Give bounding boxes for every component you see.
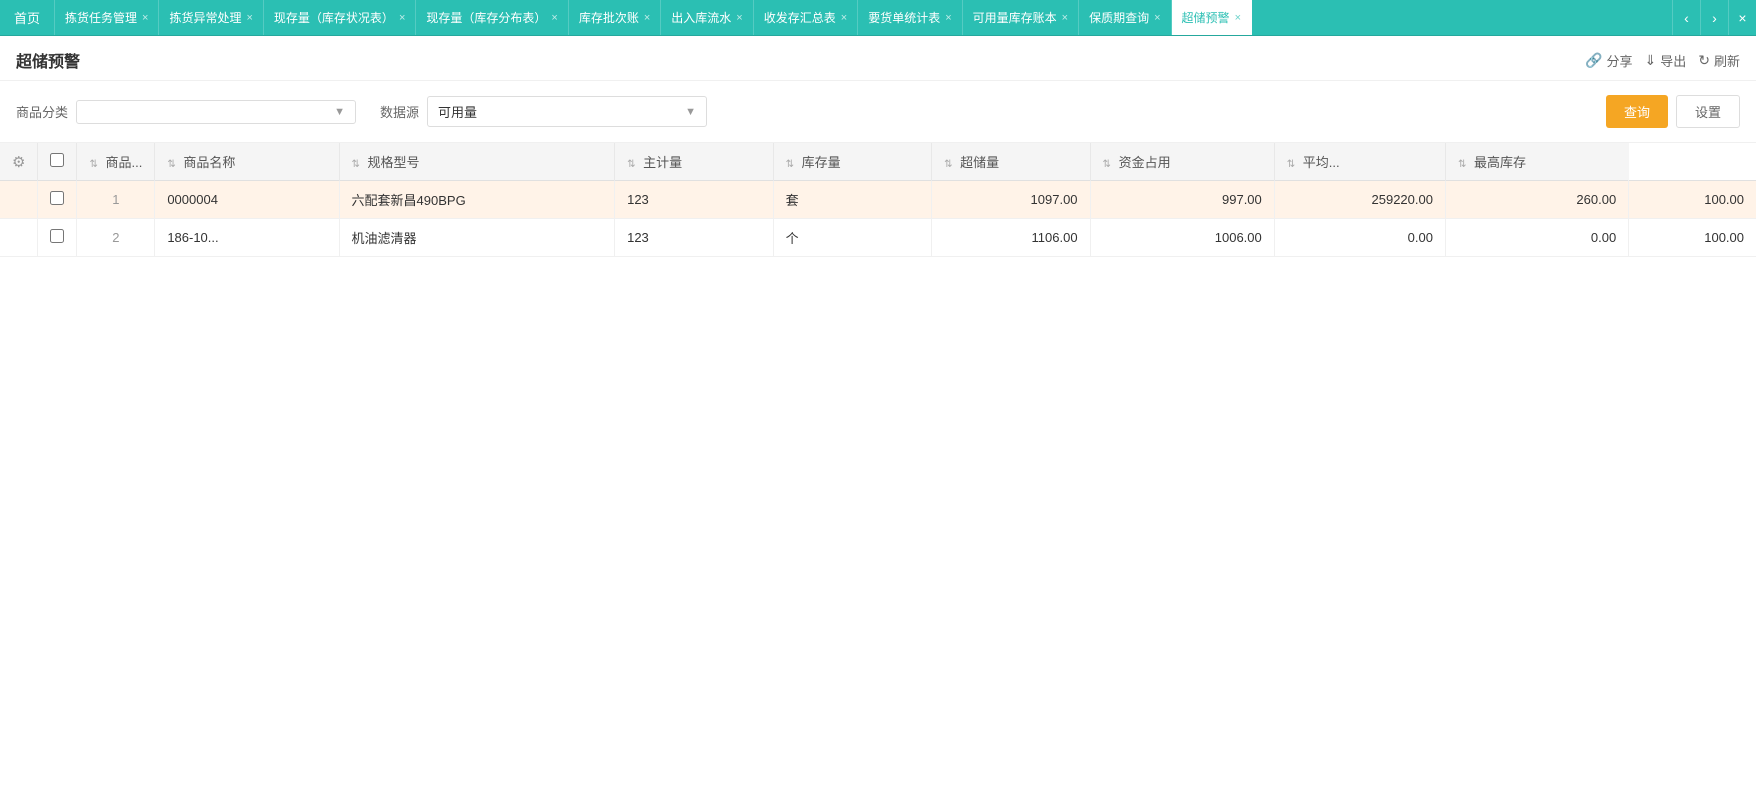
spec-header[interactable]: 规格型号 — [339, 143, 615, 181]
row-overstock-0: 997.00 — [1090, 181, 1274, 219]
row-stock-0: 1097.00 — [932, 181, 1090, 219]
category-chevron-icon: ▼ — [334, 106, 345, 118]
top-navigation: 首页 拣货任务管理 × 拣货异常处理 × 现存量（库存状况表） × 现存量（库存… — [0, 0, 1756, 36]
close-available-account-tab[interactable]: × — [1062, 12, 1068, 24]
overstock-table: ⚙ 商品... 商品名称 规格型号 主计量 — [0, 143, 1756, 257]
close-inventory-status-tab[interactable]: × — [399, 12, 405, 24]
nav-tab-available-account[interactable]: 可用量库存账本 × — [963, 0, 1079, 36]
row-capital-0: 259220.00 — [1274, 181, 1445, 219]
row-max-stock-1: 100.00 — [1629, 219, 1756, 257]
page-header: 超储预警 🔗 分享 ⇓ 导出 ↻ 刷新 — [0, 36, 1756, 81]
stock-header[interactable]: 库存量 — [773, 143, 931, 181]
row-number-1: 2 — [77, 219, 155, 257]
row-stock-1: 1106.00 — [932, 219, 1090, 257]
close-inventory-dist-tab[interactable]: × — [551, 12, 557, 24]
nav-tab-order-stats[interactable]: 要货单统计表 × — [858, 0, 962, 36]
close-quality-query-tab[interactable]: × — [1154, 12, 1160, 24]
product-name-header[interactable]: 商品名称 — [155, 143, 339, 181]
close-pick-exception-tab[interactable]: × — [246, 12, 252, 24]
nav-arrows: ‹ › × — [1672, 0, 1756, 36]
row-unit-1: 个 — [773, 219, 931, 257]
row-product-code-0: 0000004 — [155, 181, 339, 219]
nav-next-button[interactable]: › — [1700, 0, 1728, 36]
nav-tab-inventory-dist[interactable]: 现存量（库存分布表） × — [416, 0, 568, 36]
max-stock-header[interactable]: 最高库存 — [1445, 143, 1628, 181]
table-row: 2 186-10... 机油滤清器 123 个 1106.00 1006.00 … — [0, 219, 1756, 257]
capital-header[interactable]: 资金占用 — [1090, 143, 1274, 181]
share-icon: 🔗 — [1585, 52, 1602, 69]
row-number-0: 1 — [77, 181, 155, 219]
page-title: 超储预警 — [16, 48, 80, 72]
close-pick-task-tab[interactable]: × — [142, 12, 148, 24]
settings-button[interactable]: 设置 — [1676, 95, 1740, 128]
overstock-header[interactable]: 超储量 — [932, 143, 1090, 181]
row-gear-0 — [0, 181, 38, 219]
datasource-label: 数据源 — [380, 102, 419, 121]
category-filter: 商品分类 ▼ — [16, 100, 356, 124]
query-button[interactable]: 查询 — [1606, 95, 1668, 128]
nav-prev-button[interactable]: ‹ — [1672, 0, 1700, 36]
row-gear-1 — [0, 219, 38, 257]
nav-tab-quality-query[interactable]: 保质期查询 × — [1079, 0, 1171, 36]
nav-tab-inout-flow[interactable]: 出入库流水 × — [661, 0, 753, 36]
row-avg-0: 260.00 — [1445, 181, 1628, 219]
filter-action-buttons: 查询 设置 — [1606, 95, 1740, 128]
row-checkbox-cell-0 — [38, 181, 77, 219]
datasource-filter: 数据源 可用量 ▼ — [380, 96, 707, 127]
close-overstock-warning-tab[interactable]: × — [1235, 12, 1241, 24]
select-all-checkbox[interactable] — [50, 153, 64, 167]
export-button[interactable]: ⇓ 导出 — [1645, 51, 1687, 70]
header-actions: 🔗 分享 ⇓ 导出 ↻ 刷新 — [1585, 51, 1740, 70]
row-checkbox-cell-1 — [38, 219, 77, 257]
category-label: 商品分类 — [16, 102, 68, 121]
row-capital-1: 0.00 — [1274, 219, 1445, 257]
select-all-header — [38, 143, 77, 181]
nav-tab-batch-account[interactable]: 库存批次账 × — [569, 0, 661, 36]
row-overstock-1: 1006.00 — [1090, 219, 1274, 257]
row-product-code-1: 186-10... — [155, 219, 339, 257]
row-avg-1: 0.00 — [1445, 219, 1628, 257]
close-inout-flow-tab[interactable]: × — [736, 12, 742, 24]
settings-gear-header[interactable]: ⚙ — [0, 143, 38, 181]
row-max-stock-0: 100.00 — [1629, 181, 1756, 219]
row-checkbox-0[interactable] — [50, 191, 64, 205]
datasource-chevron-icon: ▼ — [685, 106, 696, 118]
row-spec-0: 123 — [615, 181, 773, 219]
refresh-icon: ↻ — [1698, 52, 1710, 69]
datasource-select[interactable]: 可用量 ▼ — [427, 96, 707, 127]
nav-tab-overstock-warning[interactable]: 超储预警 × — [1172, 0, 1252, 36]
nav-tab-pick-task[interactable]: 拣货任务管理 × — [55, 0, 159, 36]
filter-area: 商品分类 ▼ 数据源 可用量 ▼ 查询 设置 — [0, 81, 1756, 143]
close-batch-account-tab[interactable]: × — [644, 12, 650, 24]
home-tab[interactable]: 首页 — [0, 0, 55, 36]
table-row: 1 0000004 六配套新昌490BPG 123 套 1097.00 997.… — [0, 181, 1756, 219]
close-order-stats-tab[interactable]: × — [945, 12, 951, 24]
row-checkbox-1[interactable] — [50, 229, 64, 243]
refresh-button[interactable]: ↻ 刷新 — [1698, 51, 1740, 70]
row-spec-1: 123 — [615, 219, 773, 257]
row-product-name-0: 六配套新昌490BPG — [339, 181, 615, 219]
data-table-container: ⚙ 商品... 商品名称 规格型号 主计量 — [0, 143, 1756, 257]
nav-close-all-button[interactable]: × — [1728, 0, 1756, 36]
table-header-row: ⚙ 商品... 商品名称 规格型号 主计量 — [0, 143, 1756, 181]
row-unit-0: 套 — [773, 181, 931, 219]
close-receive-summary-tab[interactable]: × — [841, 12, 847, 24]
avg-header[interactable]: 平均... — [1274, 143, 1445, 181]
datasource-select-value: 可用量 — [438, 102, 477, 121]
nav-tab-receive-summary[interactable]: 收发存汇总表 × — [754, 0, 858, 36]
share-button[interactable]: 🔗 分享 — [1585, 51, 1632, 70]
row-product-name-1: 机油滤清器 — [339, 219, 615, 257]
page-content: 超储预警 🔗 分享 ⇓ 导出 ↻ 刷新 商品分类 ▼ 数据源 — [0, 36, 1756, 800]
export-icon: ⇓ — [1645, 52, 1657, 69]
product-code-header[interactable]: 商品... — [77, 143, 155, 181]
nav-tab-inventory-status[interactable]: 现存量（库存状况表） × — [264, 0, 416, 36]
category-select[interactable]: ▼ — [76, 100, 356, 124]
unit-header[interactable]: 主计量 — [615, 143, 773, 181]
nav-tab-pick-exception[interactable]: 拣货异常处理 × — [159, 0, 263, 36]
